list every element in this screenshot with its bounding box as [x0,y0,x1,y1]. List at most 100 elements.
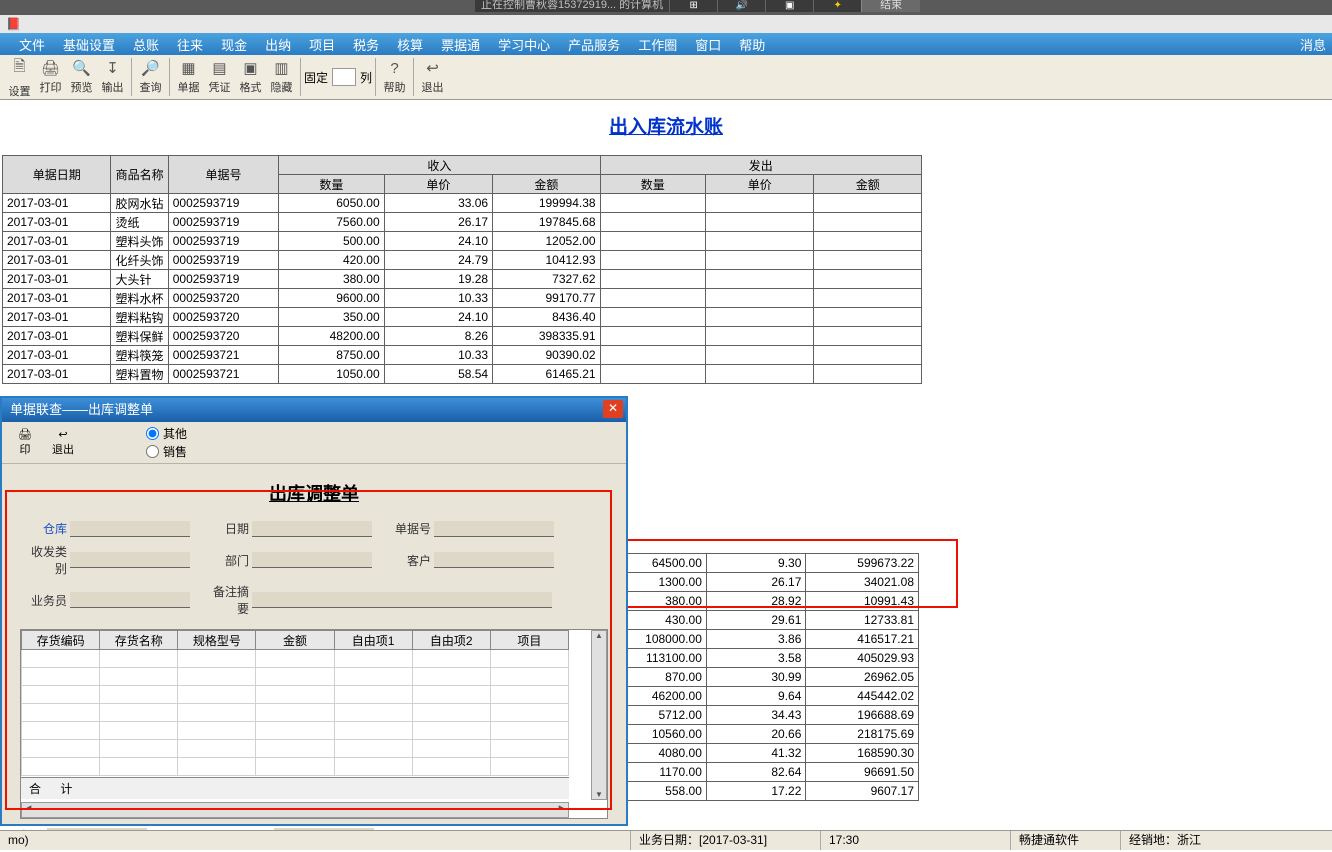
table-row[interactable]: 2017-03-01大头针0002593719380.0019.287327.6… [3,270,922,289]
sub-col-header[interactable]: 存货名称 [100,631,178,650]
col-header-issue[interactable]: 发出 [600,156,921,175]
warehouse-field[interactable] [70,521,190,537]
table-row[interactable]: 2017-03-01塑料粘钩0002593720350.0024.108436.… [3,308,922,327]
customer-field[interactable] [434,552,554,568]
table-row[interactable]: 1170.0082.6496691.50 [627,763,919,782]
col-header-name[interactable]: 商品名称 [111,156,168,194]
table-row[interactable] [22,704,569,722]
table-row[interactable]: 2017-03-01塑料头饰0002593719500.0024.1012052… [3,232,922,251]
toolbar-icon-3[interactable]: ▣ [765,0,813,12]
table-row[interactable]: 46200.009.64445442.02 [627,687,919,706]
tool-query[interactable]: 🔎查询 [135,57,166,97]
col-header-out-amt[interactable]: 金额 [814,175,922,194]
dlg-tool-exit[interactable]: ↩退出 [48,428,78,457]
toolbar-icon-4[interactable]: ✦ [813,0,861,12]
tool-exit[interactable]: ↩退出 [417,57,448,97]
sub-col-header[interactable]: 存货编码 [22,631,100,650]
radio-sales[interactable] [146,445,159,458]
menu-file[interactable]: 文件 [10,35,54,54]
menu-window[interactable]: 窗口 [686,35,730,54]
table-row[interactable]: 2017-03-01化纤头饰0002593719420.0024.7910412… [3,251,922,270]
col-header-out-price[interactable]: 单价 [706,175,814,194]
table-row[interactable]: 430.0029.6112733.81 [627,611,919,630]
dialog-titlebar[interactable]: 单据联查——出库调整单 ✕ [2,398,626,422]
vertical-scrollbar[interactable] [591,630,607,800]
menu-cash[interactable]: 现金 [212,35,256,54]
date-field[interactable] [252,521,372,537]
table-row[interactable]: 64500.009.30599673.22 [627,554,919,573]
col-header-in-price[interactable]: 单价 [384,175,492,194]
memo-field[interactable] [252,592,552,608]
col-header-income[interactable]: 收入 [279,156,600,175]
horizontal-scrollbar[interactable]: ◄► [21,802,569,818]
table-row[interactable]: 2017-03-01塑料保鲜000259372048200.008.263983… [3,327,922,346]
tool-settings[interactable]: 🗎设置 [4,57,35,97]
menu-cashier[interactable]: 出纳 [256,35,300,54]
table-row[interactable]: 113100.003.58405029.93 [627,649,919,668]
table-row[interactable]: 2017-03-01烫纸00025937197560.0026.17197845… [3,213,922,232]
table-row[interactable]: 2017-03-01塑料置物00025937211050.0058.546146… [3,365,922,384]
radio-other[interactable] [146,427,159,440]
toolbar-icon-2[interactable]: 🔊 [717,0,765,12]
end-session-button[interactable]: 结束 [861,0,920,12]
radio-sales-label[interactable]: 销售 [146,443,187,460]
sub-col-header[interactable]: 金额 [256,631,334,650]
menu-costing[interactable]: 核算 [388,35,432,54]
tool-export[interactable]: ↧输出 [97,57,128,97]
sub-col-header[interactable]: 自由项2 [412,631,490,650]
type-field[interactable] [70,552,190,568]
table-row[interactable]: 2017-03-01塑料筷笼00025937218750.0010.339039… [3,346,922,365]
table-row[interactable]: 10560.0020.66218175.69 [627,725,919,744]
table-row[interactable] [22,722,569,740]
table-row[interactable] [22,758,569,776]
menu-tax[interactable]: 税务 [344,35,388,54]
menu-arap[interactable]: 往来 [168,35,212,54]
tool-help[interactable]: ?帮助 [379,57,410,97]
menu-messages[interactable]: 消息 [1300,35,1332,54]
table-row[interactable]: 1300.0026.1734021.08 [627,573,919,592]
table-row[interactable]: 558.0017.229607.17 [627,782,919,801]
dlg-tool-print[interactable]: 🖨印 [10,428,40,457]
menu-workgroup[interactable]: 工作圈 [629,35,686,54]
table-row[interactable] [22,740,569,758]
sub-col-header[interactable]: 规格型号 [178,631,256,650]
col-header-date[interactable]: 单据日期 [3,156,111,194]
tool-voucher[interactable]: ▤凭证 [204,57,235,97]
dept-field[interactable] [252,552,372,568]
table-row[interactable]: 2017-03-01胶网水钻00025937196050.0033.061999… [3,194,922,213]
menu-gl[interactable]: 总账 [124,35,168,54]
table-row[interactable] [22,686,569,704]
menu-project[interactable]: 项目 [300,35,344,54]
docno-field[interactable] [434,521,554,537]
fixed-col-input[interactable] [332,68,356,86]
col-header-in-qty[interactable]: 数量 [279,175,384,194]
tool-print[interactable]: 🖨打印 [35,57,66,97]
table-row[interactable]: 870.0030.9926962.05 [627,668,919,687]
table-row[interactable]: 108000.003.86416517.21 [627,630,919,649]
table-row[interactable]: 4080.0041.32168590.30 [627,744,919,763]
menu-bill[interactable]: 票据通 [432,35,489,54]
menu-products[interactable]: 产品服务 [559,35,629,54]
col-header-doc[interactable]: 单据号 [168,156,278,194]
col-header-in-amt[interactable]: 金额 [493,175,600,194]
table-row[interactable] [22,650,569,668]
table-row[interactable] [22,668,569,686]
tool-format[interactable]: ▣格式 [235,57,266,97]
sub-col-header[interactable]: 自由项1 [334,631,412,650]
tool-preview[interactable]: 🔍预览 [66,57,97,97]
table-row[interactable]: 5712.0034.43196688.69 [627,706,919,725]
col-header-out-qty[interactable]: 数量 [600,175,705,194]
menu-learn[interactable]: 学习中心 [489,35,559,54]
tool-hide[interactable]: ▥隐藏 [266,57,297,97]
close-icon[interactable]: ✕ [603,400,623,418]
tool-document[interactable]: ▦单据 [173,57,204,97]
document-icon: ▦ [181,59,195,77]
table-row[interactable]: 380.0028.9210991.43 [627,592,919,611]
sub-col-header[interactable]: 项目 [490,631,568,650]
menu-help[interactable]: 帮助 [730,35,774,54]
table-row[interactable]: 2017-03-01塑料水杯00025937209600.0010.339917… [3,289,922,308]
menu-basicsetup[interactable]: 基础设置 [54,35,124,54]
toolbar-icon-1[interactable]: ⊞ [669,0,717,12]
radio-other-label[interactable]: 其他 [146,425,187,442]
salesperson-field[interactable] [70,592,190,608]
